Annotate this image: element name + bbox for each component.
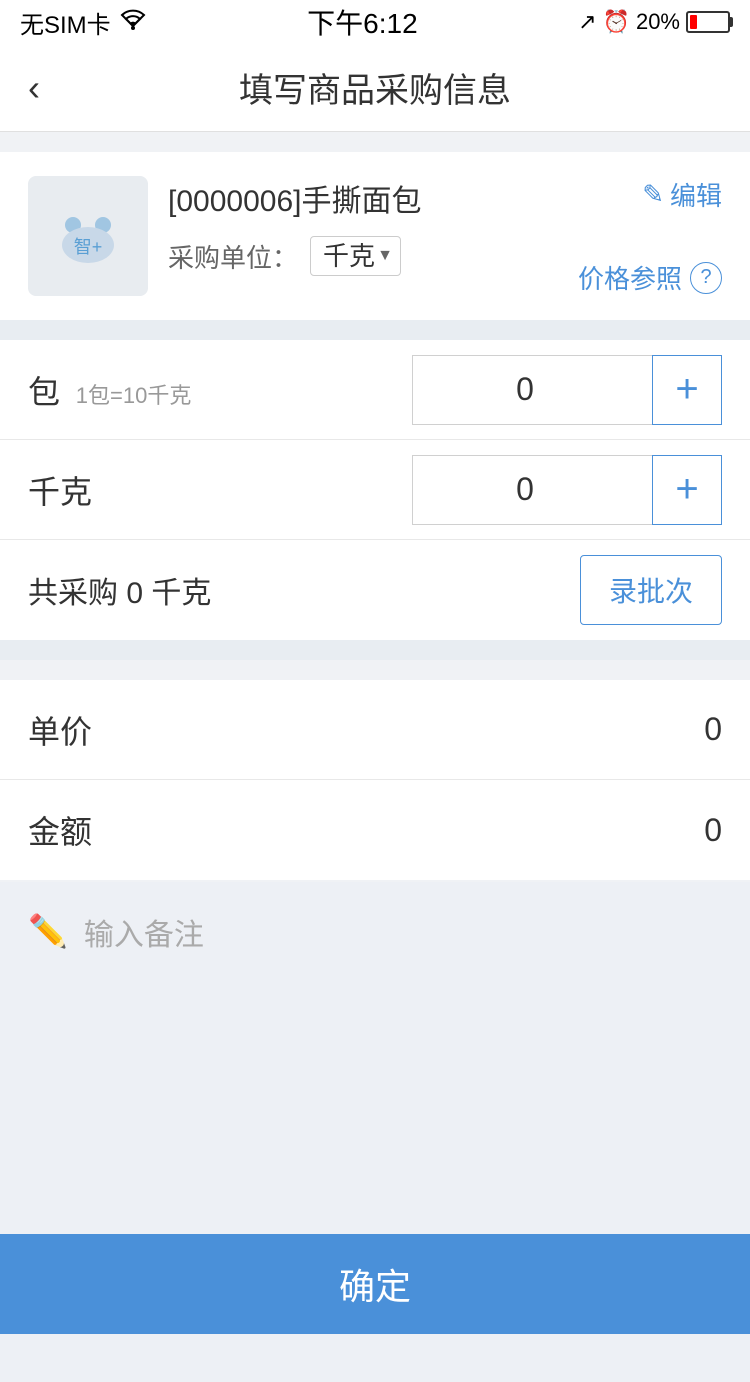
bag-sublabel: 1包=10千克: [76, 383, 192, 408]
remark-placeholder: 输入备注: [84, 910, 204, 954]
unit-price-label: 单价: [28, 707, 92, 753]
status-left: 无SIM卡: [20, 5, 147, 40]
bag-label-group: 包 1包=10千克: [28, 367, 191, 413]
location-icon: ↗: [578, 9, 596, 35]
back-button[interactable]: ‹: [28, 67, 40, 109]
input-section: 包 1包=10千克 + 千克 +: [0, 340, 750, 540]
remark-section[interactable]: ✏️ 输入备注: [0, 882, 750, 1002]
section-divider-2: [0, 640, 750, 660]
bag-input-row: 包 1包=10千克 +: [0, 340, 750, 440]
unit-price-row: 单价 0: [0, 680, 750, 780]
summary-text: 共采购 0 千克: [28, 568, 211, 612]
summary-row: 共采购 0 千克 录批次: [0, 540, 750, 640]
edit-button[interactable]: ✎ 编辑: [642, 176, 722, 213]
time-display: 下午6:12: [307, 2, 418, 42]
kg-input-right: +: [412, 455, 722, 525]
svg-text:智+: 智+: [74, 237, 103, 257]
status-bar: 无SIM卡 下午6:12 ↗ ⏰ 20%: [0, 0, 750, 44]
kg-input-row: 千克 +: [0, 440, 750, 540]
price-section: 单价 0 金额 0: [0, 680, 750, 880]
price-ref-button[interactable]: 价格参照 ?: [578, 259, 722, 296]
bag-plus-button[interactable]: +: [652, 355, 722, 425]
unit-select-wrapper[interactable]: 千克 包: [310, 236, 401, 276]
wifi-icon: [119, 8, 147, 37]
carrier-label: 无SIM卡: [20, 5, 111, 40]
amount-label: 金额: [28, 807, 92, 853]
section-divider-1: [0, 320, 750, 340]
unit-label: 采购单位：: [168, 238, 298, 275]
bag-input-right: +: [412, 355, 722, 425]
kg-quantity-input[interactable]: [412, 455, 652, 525]
unit-select[interactable]: 千克 包: [310, 236, 401, 276]
amount-value: 0: [704, 812, 722, 849]
nav-bar: ‹ 填写商品采购信息: [0, 44, 750, 132]
status-right: ↗ ⏰ 20%: [578, 9, 730, 35]
alarm-icon: ⏰: [603, 9, 630, 35]
record-batch-button[interactable]: 录批次: [580, 555, 722, 625]
product-image: 智+: [28, 176, 148, 296]
help-icon[interactable]: ?: [690, 262, 722, 294]
confirm-button[interactable]: 确定: [0, 1234, 750, 1334]
product-card: 智+ [0000006]手撕面包 采购单位： 千克 包 ✎ 编辑 价格参照 ?: [0, 152, 750, 320]
bag-quantity-input[interactable]: [412, 355, 652, 425]
product-name: [0000006]手撕面包: [168, 176, 722, 220]
pencil-icon: ✏️: [28, 912, 68, 950]
page-title: 填写商品采购信息: [239, 63, 511, 112]
kg-label: 千克: [28, 467, 92, 513]
edit-icon: ✎: [642, 179, 664, 210]
kg-plus-button[interactable]: +: [652, 455, 722, 525]
unit-price-value: 0: [704, 711, 722, 748]
battery-icon: [686, 11, 730, 33]
bag-label: 包: [28, 374, 60, 410]
amount-row: 金额 0: [0, 780, 750, 880]
battery-pct: 20%: [636, 9, 680, 35]
